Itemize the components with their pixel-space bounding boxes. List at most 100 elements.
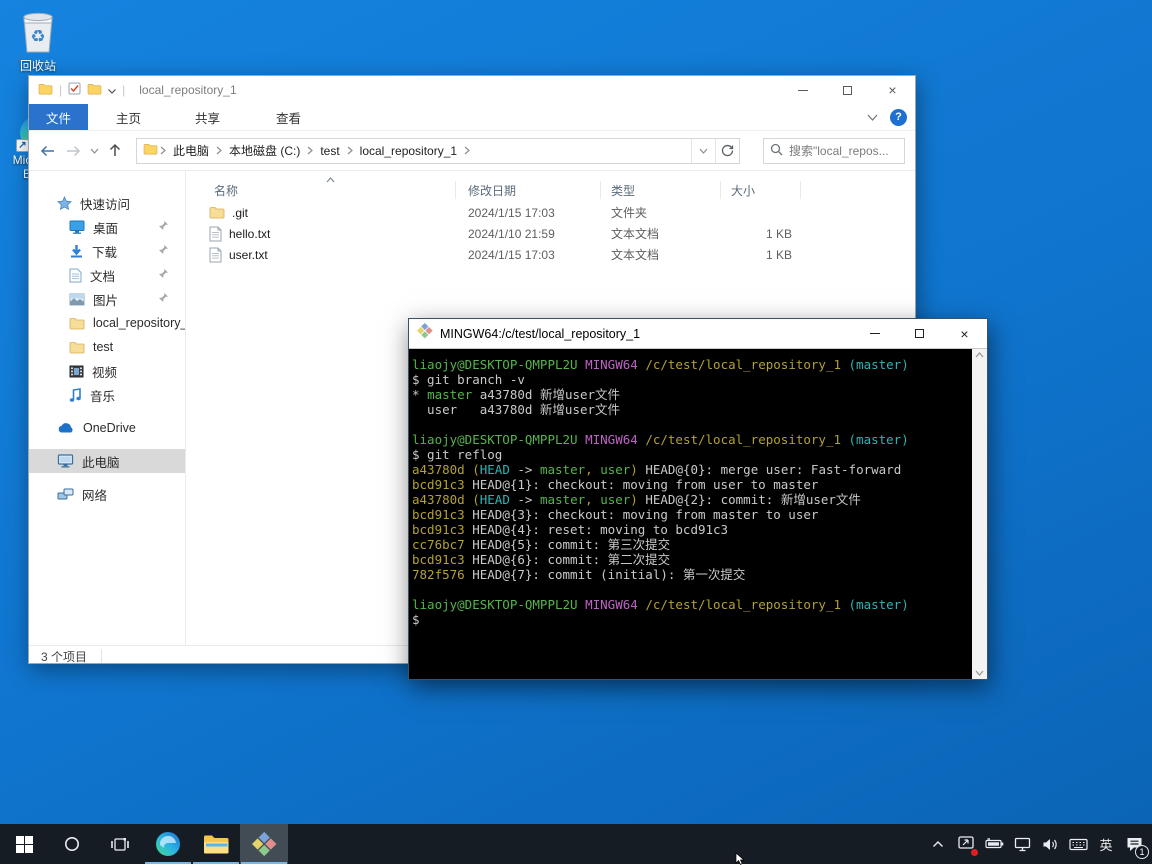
terminal-line: bcd91c3 HEAD@{1}: checkout: moving from … [412,477,972,492]
text-file-icon [209,226,222,242]
explorer-maximize-button[interactable] [825,76,870,104]
properties-checkbox-icon[interactable] [68,82,81,98]
terminal-title: MINGW64:/c/test/local_repository_1 [440,327,640,341]
address-dropdown-icon[interactable] [691,139,715,163]
file-type: 文件夹 [601,204,721,221]
sidebar-item-文档[interactable]: 文档 [29,263,185,287]
folder-icon [69,341,85,354]
sidebar-item-快速访问[interactable]: 快速访问 [29,191,185,215]
git-bash-taskbar-button[interactable] [240,824,288,864]
chevron-up-icon [932,840,944,848]
column-header-modified[interactable]: 修改日期 [456,181,601,199]
sidebar-item-此电脑[interactable]: 此电脑 [29,449,185,473]
sort-ascending-icon[interactable] [326,172,335,186]
tray-screen-record[interactable] [952,824,980,864]
sidebar-item-桌面[interactable]: 桌面 [29,215,185,239]
menu-tab-file[interactable]: 文件 [29,104,88,130]
tray-chevron[interactable] [924,824,952,864]
sidebar-item-OneDrive[interactable]: OneDrive [29,416,185,440]
explorer-minimize-button[interactable] [780,76,825,104]
tray-keyboard[interactable] [1064,824,1092,864]
sidebar-item-local_repository_1[interactable]: local_repository_1 [29,311,185,335]
tray-action-center[interactable]: 1 [1120,824,1148,864]
terminal-maximize-button[interactable] [897,319,942,348]
search-input[interactable] [789,144,898,158]
sidebar-item-label: 此电脑 [82,452,120,471]
terminal-line: $ git branch -v [412,372,972,387]
edge-shortcut-desktop-icon[interactable]: ↗ Microsoft Edge [0,116,28,194]
task-view-icon [111,837,129,852]
tray-language[interactable]: 英 [1092,824,1120,864]
explorer-close-button[interactable]: × [870,76,915,104]
terminal-output[interactable]: liaojy@DESKTOP-QMPPL2U MINGW64 /c/test/l… [409,349,972,679]
back-button[interactable] [37,139,58,163]
language-indicator-label: 英 [1099,835,1112,854]
breadcrumb-chevron-icon [464,146,470,155]
ribbon-expand-icon[interactable] [867,110,878,124]
sidebar-item-label: 文档 [90,266,115,285]
recent-locations-icon[interactable] [88,139,101,163]
forward-button[interactable] [62,139,83,163]
breadcrumb-item[interactable]: 此电脑 [168,142,214,159]
help-button[interactable]: ? [890,109,907,126]
table-row[interactable]: .git2024/1/15 17:03文件夹 [186,202,915,223]
explorer-titlebar[interactable]: | | local_repository_1 × [29,76,915,104]
mouse-cursor [735,853,745,865]
keyboard-icon [1069,838,1088,851]
tray-battery[interactable] [980,824,1008,864]
file-size: 1 KB [721,227,801,241]
explorer-taskbar-button[interactable] [192,824,240,864]
terminal-line: bcd91c3 HEAD@{6}: commit: 第二次提交 [412,552,972,567]
menu-tab-view[interactable]: 查看 [260,104,317,130]
terminal-minimize-button[interactable] [852,319,897,348]
sidebar-item-视频[interactable]: 视频 [29,359,185,383]
sidebar-item-下载[interactable]: 下载 [29,239,185,263]
network-tray-icon [1014,837,1031,852]
column-header-name[interactable]: 名称 [186,181,456,199]
terminal-line: liaojy@DESKTOP-QMPPL2U MINGW64 /c/test/l… [412,357,972,372]
qat-dropdown-icon[interactable] [108,83,116,97]
recycle-bin-icon: ♻ [17,43,59,57]
sidebar-item-label: OneDrive [83,421,136,435]
folder-icon [69,317,85,330]
sidebar-item-音乐[interactable]: 音乐 [29,383,185,407]
table-row[interactable]: hello.txt2024/1/10 21:59文本文档1 KB [186,223,915,244]
terminal-line [412,582,972,597]
breadcrumb-chevron-icon [307,146,313,155]
new-folder-icon[interactable] [87,83,102,98]
breadcrumb-item[interactable]: 本地磁盘 (C:) [224,142,305,159]
pictures-icon [69,293,85,306]
up-button[interactable] [105,139,126,163]
start-icon [16,836,33,853]
terminal-titlebar[interactable]: MINGW64:/c/test/local_repository_1 × [409,319,987,349]
start-button[interactable] [0,824,48,864]
tray-volume[interactable] [1036,824,1064,864]
task-view-button[interactable] [96,824,144,864]
sidebar-item-label: 快速访问 [80,194,130,213]
desktop-monitor-icon [69,220,85,234]
table-row[interactable]: user.txt2024/1/15 17:03文本文档1 KB [186,244,915,265]
sidebar-item-图片[interactable]: 图片 [29,287,185,311]
recycle-bin-desktop-icon[interactable]: ♻ 回收站 [7,8,69,73]
terminal-close-button[interactable]: × [942,319,987,348]
address-bar[interactable]: 此电脑本地磁盘 (C:) test local_repository_1 [136,138,740,164]
sidebar-item-网络[interactable]: 网络 [29,482,185,506]
menu-tab-home[interactable]: 主页 [100,104,157,130]
refresh-button[interactable] [715,139,739,163]
column-header-size[interactable]: 大小 [721,181,801,199]
menu-tab-share[interactable]: 共享 [179,104,236,130]
window-folder-icon [38,83,53,98]
breadcrumb-item[interactable]: test [315,144,344,158]
sidebar-item-test[interactable]: test [29,335,185,359]
tray-network[interactable] [1008,824,1036,864]
search-box[interactable] [763,138,905,164]
search-button[interactable] [48,824,96,864]
column-header-type[interactable]: 类型 [601,181,721,199]
breadcrumb-item[interactable]: local_repository_1 [355,144,462,158]
terminal-scrollbar[interactable] [972,349,987,679]
breadcrumb: 此电脑本地磁盘 (C:) test local_repository_1 [137,142,691,159]
recycle-bin-label: 回收站 [7,59,69,73]
file-modified: 2024/1/15 17:03 [456,206,601,220]
terminal-line: bcd91c3 HEAD@{4}: reset: moving to bcd91… [412,522,972,537]
edge-taskbar-button[interactable] [144,824,192,864]
